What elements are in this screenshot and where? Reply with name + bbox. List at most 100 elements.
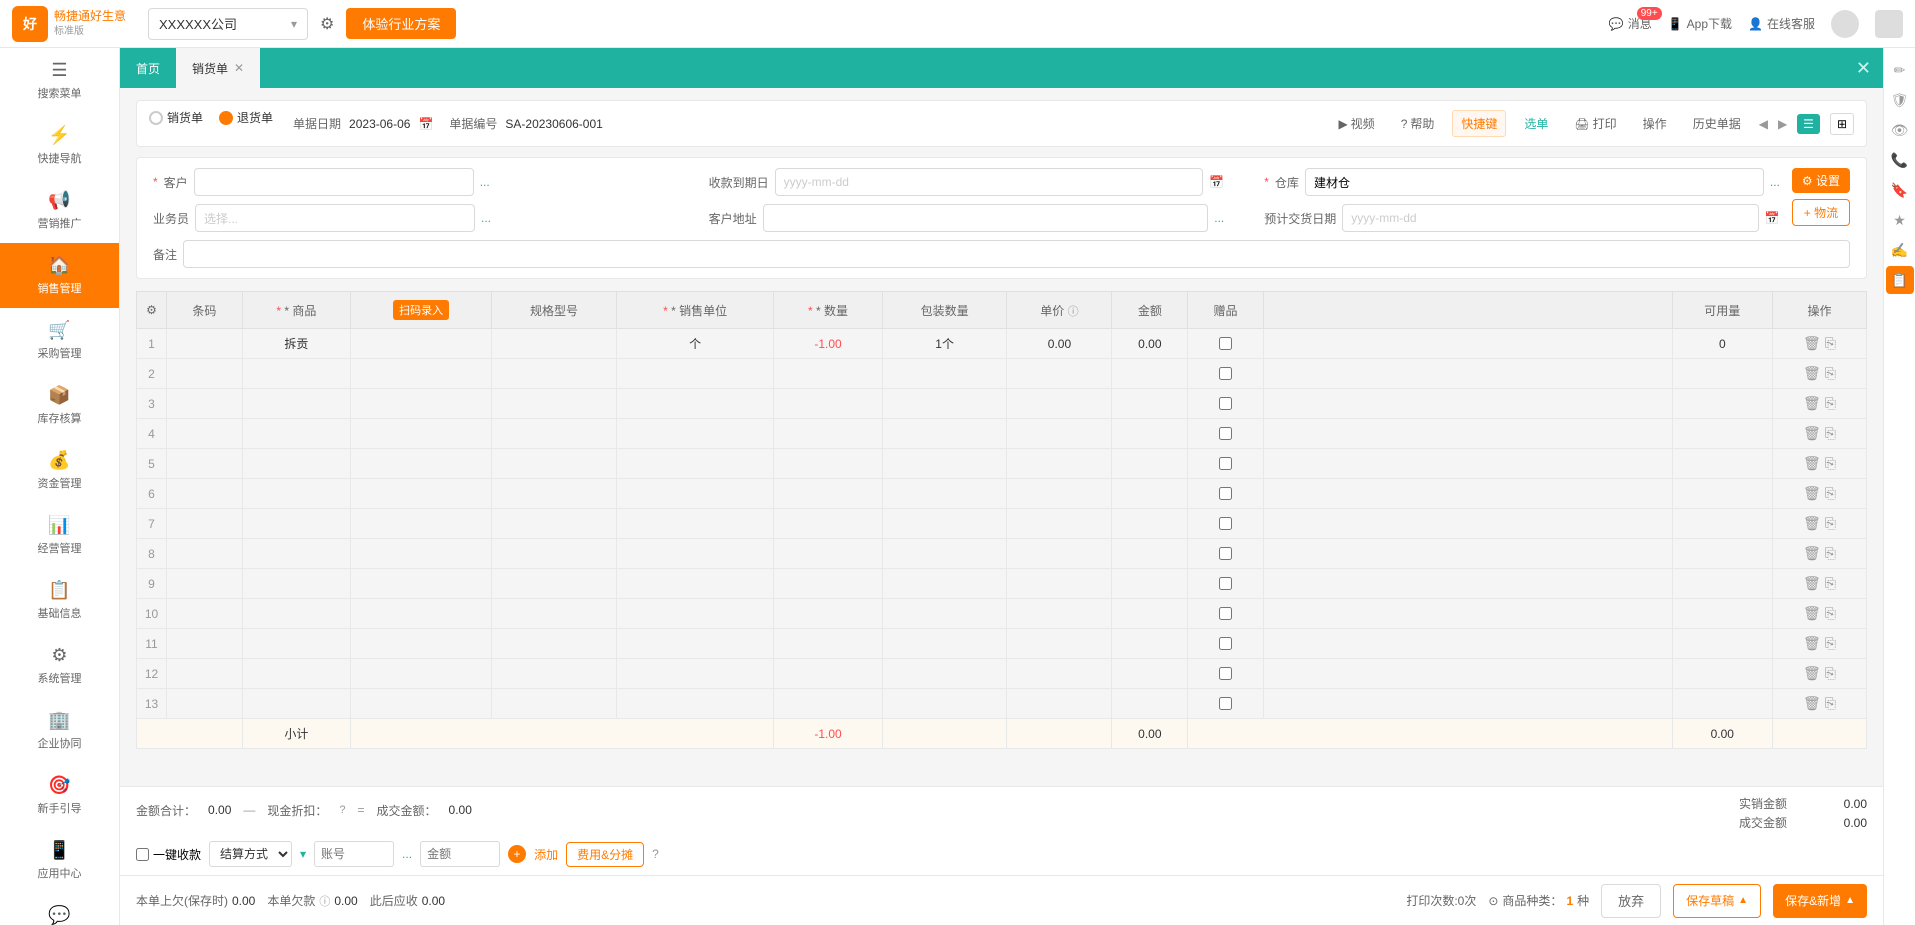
trial-button[interactable]: 体验行业方案 — [346, 8, 456, 39]
rt-phone-icon[interactable]: 📞 — [1886, 146, 1914, 174]
gift-checkbox-13[interactable] — [1219, 697, 1232, 710]
app-download-button[interactable]: 📱 App下载 — [1668, 15, 1732, 32]
grid-view-btn[interactable]: ⊞ — [1830, 113, 1854, 135]
gift-checkbox-5[interactable] — [1219, 457, 1232, 470]
print-btn[interactable]: 🖨 打印 — [1566, 111, 1624, 136]
rt-star-icon[interactable]: ★ — [1886, 206, 1914, 234]
gift-checkbox-6[interactable] — [1219, 487, 1232, 500]
copy-row-icon-3[interactable]: ⎘ — [1825, 395, 1836, 412]
rt-pencil-icon[interactable]: ✍ — [1886, 236, 1914, 264]
close-window-icon[interactable]: ✕ — [1856, 58, 1871, 79]
product-type-radio-icon[interactable]: ⊙ — [1488, 894, 1498, 908]
add-payment-label[interactable]: 添加 — [534, 846, 558, 863]
radio-sales-order[interactable]: 销货单 — [149, 109, 203, 126]
add-payment-btn[interactable]: + — [508, 845, 526, 863]
account-dots[interactable]: ... — [402, 847, 412, 861]
account-input[interactable] — [314, 841, 394, 867]
next-record-icon[interactable]: ▶ — [1778, 117, 1787, 131]
radio-return-order[interactable]: 退货单 — [219, 109, 273, 126]
abandon-btn[interactable]: 放弃 — [1601, 884, 1661, 918]
discount-info-icon[interactable]: ? — [339, 804, 345, 816]
video-btn[interactable]: ▶ 视频 — [1330, 111, 1382, 136]
sidebar-item-app-center[interactable]: 📱 应用中心 — [0, 828, 119, 893]
messages-button[interactable]: 💬 消息 99+ — [1609, 15, 1652, 32]
rt-shield-icon[interactable]: 🛡 — [1886, 86, 1914, 114]
tab-home[interactable]: 首页 — [120, 48, 176, 88]
payment-amount-input[interactable] — [420, 841, 500, 867]
online-service-button[interactable]: 👤 在线客服 — [1748, 15, 1815, 32]
gift-checkbox-12[interactable] — [1219, 667, 1232, 680]
customer-dots[interactable]: ... — [480, 175, 490, 189]
warehouse-dots[interactable]: ... — [1770, 175, 1780, 189]
customer-addr-dots[interactable]: ... — [1214, 211, 1224, 225]
settings-icon[interactable]: ⚙ — [320, 14, 334, 34]
gift-checkbox-7[interactable] — [1219, 517, 1232, 530]
company-select[interactable]: XXXXXX公司 ▾ — [148, 8, 308, 40]
due-date-calendar-icon[interactable]: 📅 — [1209, 175, 1224, 189]
delete-row-icon-3[interactable]: 🗑 — [1803, 395, 1821, 412]
doc-settings-btn[interactable]: ⚙ 设置 — [1792, 168, 1850, 193]
avatar[interactable] — [1831, 10, 1859, 38]
delete-row-icon-2[interactable]: 🗑 — [1803, 365, 1821, 382]
scan-button[interactable]: 扫码录入 — [393, 300, 449, 320]
one-click-payment[interactable]: 一键收款 — [136, 846, 201, 863]
gift-checkbox-11[interactable] — [1219, 637, 1232, 650]
rt-bookmark-icon[interactable]: 🔖 — [1886, 176, 1914, 204]
expected-delivery-input[interactable]: yyyy-mm-dd — [1342, 204, 1759, 232]
copy-row-icon-2[interactable]: ⎘ — [1825, 365, 1836, 382]
one-click-checkbox[interactable] — [136, 848, 149, 861]
expense-btn[interactable]: 费用&分摊 — [566, 842, 644, 867]
expected-delivery-calendar-icon[interactable]: 📅 — [1765, 211, 1780, 225]
sidebar-item-newbie[interactable]: 🎯 新手引导 — [0, 763, 119, 828]
sidebar-item-quick-nav[interactable]: ⚡ 快捷导航 — [0, 113, 119, 178]
unit-price-info-icon[interactable]: ⓘ — [1068, 306, 1079, 318]
sidebar-item-enterprise[interactable]: 🏢 企业协同 — [0, 698, 119, 763]
operations-btn[interactable]: 操作 — [1635, 111, 1675, 136]
save-draft-btn[interactable]: 保存草稿 ▲ — [1673, 884, 1761, 918]
sidebar-item-finance[interactable]: 💰 资金管理 — [0, 438, 119, 503]
logistics-btn[interactable]: + 物流 — [1792, 199, 1850, 226]
rt-edit-icon[interactable]: ✏ — [1886, 56, 1914, 84]
date-picker-icon[interactable]: 📅 — [418, 117, 433, 131]
list-view-btn[interactable]: ☰ — [1797, 114, 1820, 134]
gift-checkbox-3[interactable] — [1219, 397, 1232, 410]
history-btn[interactable]: 历史单据 — [1685, 111, 1749, 136]
sidebar-item-marketing[interactable]: 📢 营销推广 — [0, 178, 119, 243]
user-menu[interactable] — [1875, 10, 1903, 38]
gift-checkbox-2[interactable] — [1219, 367, 1232, 380]
customer-addr-input[interactable] — [763, 204, 1209, 232]
gift-checkbox-10[interactable] — [1219, 607, 1232, 620]
sidebar-item-system[interactable]: ⚙ 系统管理 — [0, 633, 119, 698]
notes-input[interactable] — [183, 240, 1850, 268]
warehouse-input[interactable]: 建材仓 — [1305, 168, 1764, 196]
gift-checkbox-8[interactable] — [1219, 547, 1232, 560]
payment-method-dots[interactable]: ▾ — [300, 847, 306, 861]
gift-checkbox-9[interactable] — [1219, 577, 1232, 590]
select-btn[interactable]: 选单 — [1516, 111, 1556, 136]
sidebar-item-wechat[interactable]: 💬 企业微信 — [0, 893, 119, 925]
due-date-input[interactable]: yyyy-mm-dd — [775, 168, 1204, 196]
salesperson-dots[interactable]: ... — [481, 211, 491, 225]
copy-row-icon-1[interactable]: ⎘ — [1825, 335, 1836, 352]
gift-checkbox-4[interactable] — [1219, 427, 1232, 440]
shortcut-btn[interactable]: 快捷键 — [1452, 110, 1506, 137]
prev-record-icon[interactable]: ◀ — [1759, 117, 1768, 131]
sidebar-item-sales[interactable]: 🏠 销售管理 — [0, 243, 119, 308]
sidebar-item-operations[interactable]: 📊 经营管理 — [0, 503, 119, 568]
payment-method-select[interactable]: 结算方式 — [209, 841, 292, 867]
rt-active-icon[interactable]: 📋 — [1886, 266, 1914, 294]
tab-close-icon[interactable]: ✕ — [234, 61, 244, 75]
salesperson-input[interactable]: 选择... — [195, 204, 475, 232]
sidebar-item-search[interactable]: ☰ 搜索菜单 — [0, 48, 119, 113]
sidebar-item-basic-info[interactable]: 📋 基础信息 — [0, 568, 119, 633]
tab-sales-order[interactable]: 销货单 ✕ — [176, 48, 260, 88]
sidebar-item-purchase[interactable]: 🛒 采购管理 — [0, 308, 119, 373]
gift-checkbox-1[interactable] — [1219, 337, 1232, 350]
expense-help-icon[interactable]: ? — [652, 847, 659, 861]
save-new-btn[interactable]: 保存&新增 ▲ — [1773, 884, 1867, 918]
arrears-info-icon[interactable]: ⓘ — [319, 893, 330, 909]
sidebar-item-inventory[interactable]: 📦 库存核算 — [0, 373, 119, 438]
delete-row-icon-1[interactable]: 🗑 — [1803, 335, 1821, 352]
customer-input[interactable] — [194, 168, 474, 196]
rt-eye-icon[interactable]: 👁 — [1886, 116, 1914, 144]
